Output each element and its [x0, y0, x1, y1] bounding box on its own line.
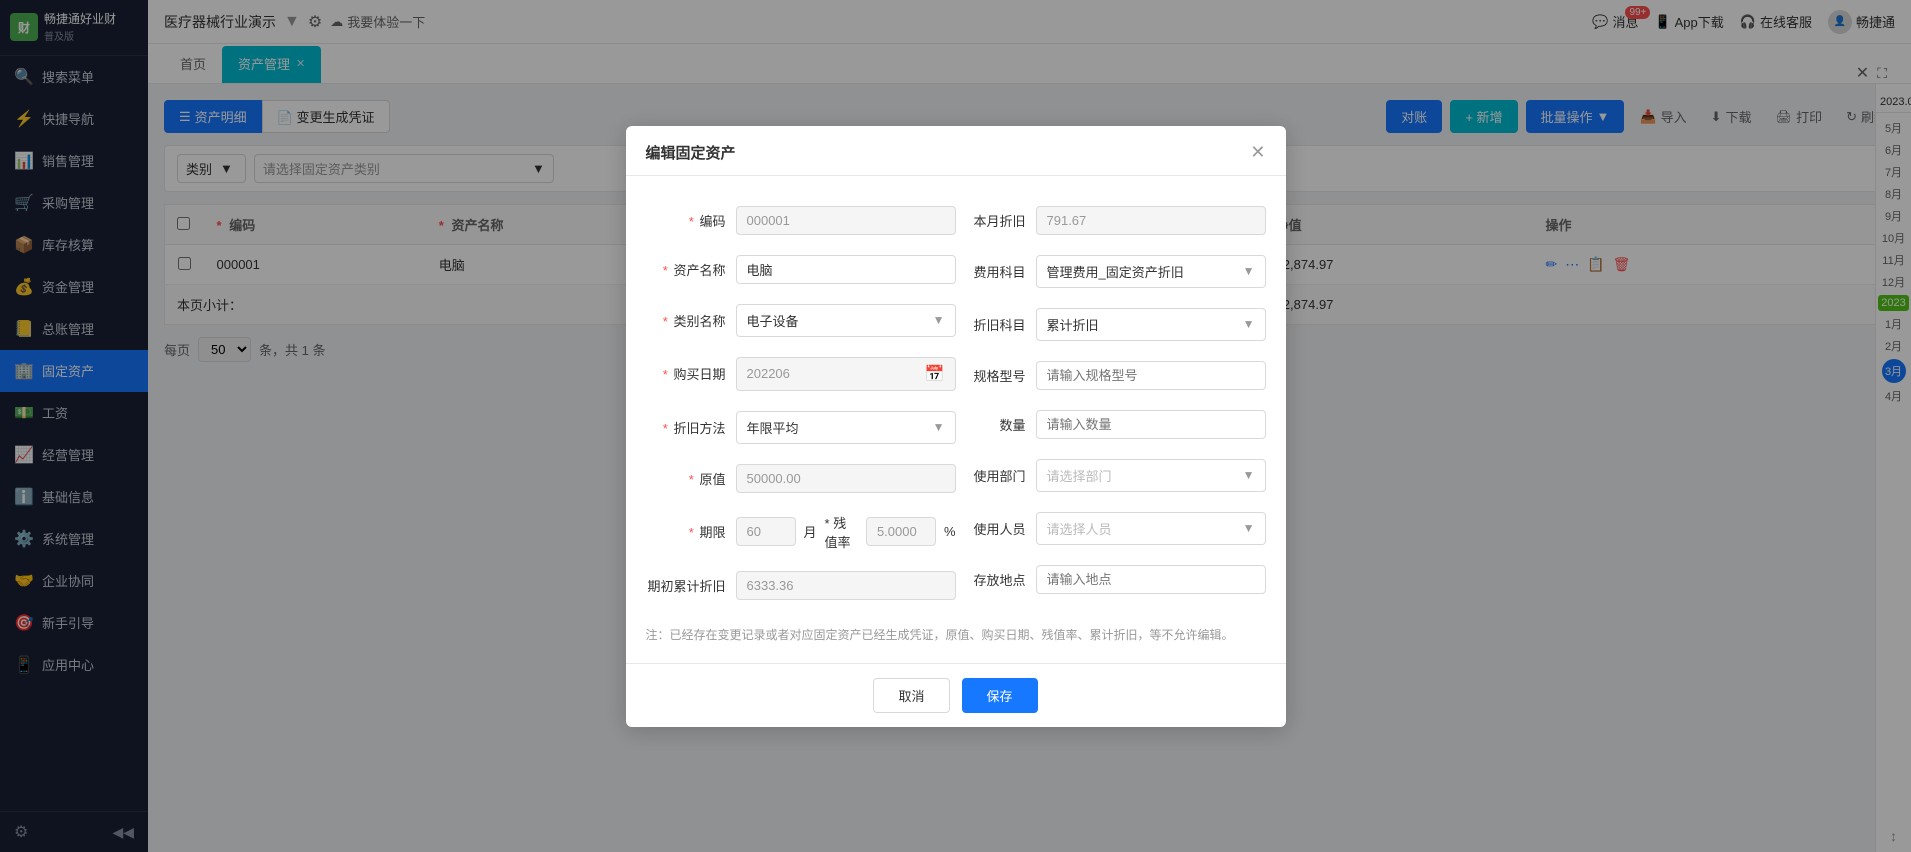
code-input[interactable]: [736, 206, 956, 235]
form-row-monthly-dep: 本月折旧: [956, 196, 1266, 245]
location-input[interactable]: [1036, 565, 1266, 594]
department-label: 使用部门: [956, 466, 1036, 485]
category-select-text: 电子设备: [747, 311, 933, 330]
name-label: * 资产名称: [646, 260, 736, 279]
form-right-col: 本月折旧 费用科目 管理费用_固定资产折旧 ▼: [956, 196, 1266, 610]
user-select[interactable]: 请选择人员 ▼: [1036, 512, 1266, 545]
form-row-expense-account: 费用科目 管理费用_固定资产折旧 ▼: [956, 245, 1266, 298]
calendar-icon: 📅: [925, 364, 945, 384]
edit-fixed-asset-modal: 编辑固定资产 ✕ * 编码: [626, 126, 1286, 727]
save-button[interactable]: 保存: [962, 678, 1038, 713]
quantity-input[interactable]: [1036, 410, 1266, 439]
form-row-quantity: 数量: [956, 400, 1266, 449]
monthly-dep-label: 本月折旧: [956, 211, 1036, 230]
purchase-date-input[interactable]: 202206 📅: [736, 357, 956, 391]
cancel-button[interactable]: 取消: [873, 678, 949, 713]
form-row-model: 规格型号: [956, 351, 1266, 400]
form-row-category: * 类别名称 电子设备 ▼: [646, 294, 956, 347]
form-row-user: 使用人员 请选择人员 ▼: [956, 502, 1266, 555]
form-grid: * 编码 * 资产名称: [646, 196, 1266, 610]
form-row-dep-account: 折旧科目 累计折旧 ▼: [956, 298, 1266, 351]
form-note: 注：已经存在变更记录或者对应固定资产已经生成凭证，原值、购买日期、残值率、累计折…: [646, 618, 1266, 643]
form-row-code: * 编码: [646, 196, 956, 245]
period-inline: 月 * 残值率 %: [736, 513, 956, 551]
monthly-dep-input: [1036, 206, 1266, 235]
initial-depreciation-input[interactable]: [736, 571, 956, 600]
initial-depreciation-label: 期初累计折旧: [646, 576, 736, 595]
form-row-location: 存放地点: [956, 555, 1266, 604]
original-value-input[interactable]: [736, 464, 956, 493]
purchase-date-text: 202206: [747, 366, 925, 381]
expense-account-arrow: ▼: [1243, 264, 1255, 278]
form-row-period: * 期限 月 * 残值率 %: [646, 503, 956, 561]
residual-rate-label: * 残值率: [825, 513, 858, 551]
user-placeholder: 请选择人员: [1047, 519, 1243, 538]
dep-account-label: 折旧科目: [956, 315, 1036, 334]
modal-body: * 编码 * 资产名称: [626, 176, 1286, 663]
dep-account-select[interactable]: 累计折旧 ▼: [1036, 308, 1266, 341]
dep-method-arrow: ▼: [933, 420, 945, 434]
period-unit: 月: [804, 522, 817, 541]
original-value-label: * 原值: [646, 469, 736, 488]
residual-rate-unit: %: [944, 524, 956, 539]
depreciation-method-label: * 折旧方法: [646, 418, 736, 437]
department-placeholder: 请选择部门: [1047, 466, 1243, 485]
form-left-col: * 编码 * 资产名称: [646, 196, 956, 610]
location-label: 存放地点: [956, 570, 1036, 589]
model-label: 规格型号: [956, 366, 1036, 385]
department-arrow: ▼: [1243, 468, 1255, 482]
period-label: * 期限: [646, 522, 736, 541]
depreciation-method-select[interactable]: 年限平均 ▼: [736, 411, 956, 444]
form-row-department: 使用部门 请选择部门 ▼: [956, 449, 1266, 502]
expense-account-select[interactable]: 管理费用_固定资产折旧 ▼: [1036, 255, 1266, 288]
quantity-label: 数量: [956, 415, 1036, 434]
modal-header: 编辑固定资产 ✕: [626, 126, 1286, 176]
category-select-arrow: ▼: [933, 313, 945, 327]
purchase-date-label: * 购买日期: [646, 364, 736, 383]
modal-title: 编辑固定资产: [646, 142, 736, 163]
dep-account-arrow: ▼: [1243, 317, 1255, 331]
form-row-purchase-date: * 购买日期 202206 📅: [646, 347, 956, 401]
model-input[interactable]: [1036, 361, 1266, 390]
user-label: 使用人员: [956, 519, 1036, 538]
form-row-name: * 资产名称: [646, 245, 956, 294]
residual-rate-input[interactable]: [866, 517, 936, 546]
name-input[interactable]: [736, 255, 956, 284]
form-row-initial-depreciation: 期初累计折旧: [646, 561, 956, 610]
user-arrow: ▼: [1243, 521, 1255, 535]
period-input[interactable]: [736, 517, 796, 546]
department-select[interactable]: 请选择部门 ▼: [1036, 459, 1266, 492]
modal-footer: 取消 保存: [626, 663, 1286, 727]
category-select[interactable]: 电子设备 ▼: [736, 304, 956, 337]
modal-close-icon[interactable]: ✕: [1250, 142, 1265, 163]
modal-overlay: 编辑固定资产 ✕ * 编码: [0, 0, 1911, 852]
form-row-original-value: * 原值: [646, 454, 956, 503]
expense-account-text: 管理费用_固定资产折旧: [1047, 262, 1243, 281]
code-label: * 编码: [646, 211, 736, 230]
form-row-depreciation-method: * 折旧方法 年限平均 ▼: [646, 401, 956, 454]
category-form-label: * 类别名称: [646, 311, 736, 330]
expense-account-label: 费用科目: [956, 262, 1036, 281]
dep-account-text: 累计折旧: [1047, 315, 1243, 334]
depreciation-method-text: 年限平均: [747, 418, 933, 437]
